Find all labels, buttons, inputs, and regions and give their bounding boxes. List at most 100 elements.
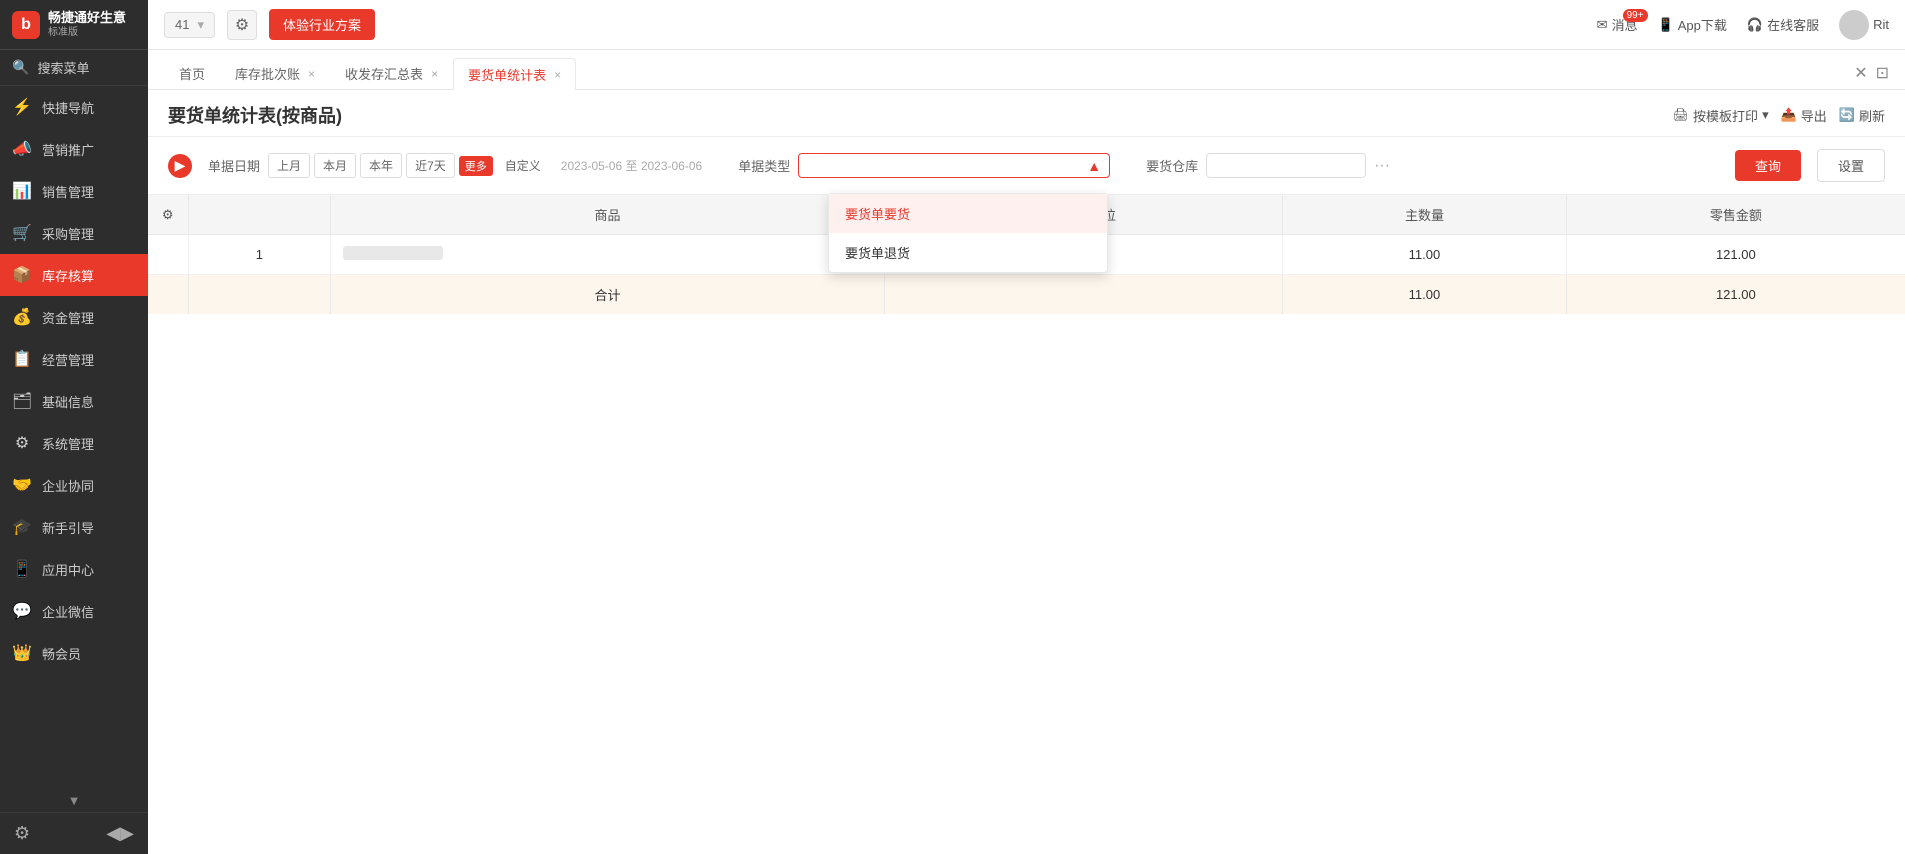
col-amount: 零售金额 — [1566, 195, 1905, 235]
warehouse-filter-section: 要货仓库 ··· — [1146, 153, 1390, 178]
tab-close-receivable-summary[interactable]: × — [431, 67, 438, 81]
messages-button[interactable]: ✉ 消息 99+ — [1597, 15, 1638, 34]
prev-month-btn[interactable]: 上月 — [268, 153, 310, 178]
sidebar-item-wechat[interactable]: 💬 企业微信 — [0, 590, 148, 632]
sidebar-item-operation[interactable]: 📋 经营管理 — [0, 338, 148, 380]
this-month-btn[interactable]: 本月 — [314, 153, 356, 178]
finance-icon: 💰 — [12, 307, 32, 327]
refresh-button[interactable]: 🔄 刷新 — [1839, 106, 1885, 125]
page-actions: 🖨 按模板打印 ▾ 📤 导出 🔄 刷新 — [1673, 106, 1885, 125]
collapse-icon[interactable]: ◀▶ — [106, 823, 134, 844]
col-settings[interactable]: ⚙ — [148, 195, 188, 235]
footer-quantity-cell: 11.00 — [1283, 275, 1566, 315]
tab-close-order-stats[interactable]: × — [554, 68, 561, 82]
headset-icon: 🎧 — [1747, 17, 1763, 33]
dropdown-item-order-return[interactable]: 要货单退货 — [829, 233, 1107, 272]
sidebar-item-guide[interactable]: 🎓 新手引导 — [0, 506, 148, 548]
window-maximize-icon[interactable]: ⊡ — [1876, 63, 1889, 83]
trial-button[interactable]: 体验行业方案 — [269, 9, 375, 40]
apps-icon: 📱 — [12, 559, 32, 579]
sidebar-item-system[interactable]: ⚙ 系统管理 — [0, 422, 148, 464]
sidebar-item-marketing[interactable]: 📣 营销推广 — [0, 128, 148, 170]
sidebar-logo: b 畅捷通好生意 标准版 — [0, 0, 148, 50]
search-icon: 🔍 — [12, 59, 29, 76]
tab-close-inventory-batch[interactable]: × — [308, 67, 315, 81]
filter-area: ▶ 单据日期 上月 本月 本年 近7天 更多 自定义 2023-05-06 至 … — [148, 137, 1905, 195]
col-quantity: 主数量 — [1283, 195, 1566, 235]
sidebar-item-basic[interactable]: 🗂 基础信息 — [0, 380, 148, 422]
chevron-down-icon: ▾ — [197, 17, 204, 33]
warehouse-input[interactable] — [1206, 153, 1366, 178]
sidebar-item-finance[interactable]: 💰 资金管理 — [0, 296, 148, 338]
sidebar-search[interactable]: 🔍 搜索菜单 — [0, 50, 148, 86]
message-icon: ✉ — [1597, 17, 1608, 33]
row-index-cell: 1 — [188, 235, 331, 275]
tab-receivable-summary[interactable]: 收发存汇总表 × — [330, 57, 453, 89]
page-content: 要货单统计表(按商品) 🖨 按模板打印 ▾ 📤 导出 🔄 刷新 ▶ — [148, 90, 1905, 854]
sidebar-footer: ⚙ ◀▶ — [0, 812, 148, 854]
gear-icon: ⚙ — [235, 15, 249, 35]
page-header: 要货单统计表(按商品) 🖨 按模板打印 ▾ 📤 导出 🔄 刷新 — [148, 90, 1905, 137]
operation-icon: 📋 — [12, 349, 32, 369]
quick-nav-icon: ⚡ — [12, 97, 32, 117]
avatar — [1839, 10, 1869, 40]
page-title: 要货单统计表(按商品) — [168, 102, 342, 128]
sidebar-item-sales[interactable]: 📊 销售管理 — [0, 170, 148, 212]
more-dates-btn[interactable]: 更多 — [459, 156, 493, 176]
date-filter-section: 单据日期 上月 本月 本年 近7天 更多 自定义 2023-05-06 至 20… — [208, 153, 702, 178]
export-icon: 📤 — [1781, 107, 1797, 123]
type-filter-section: 单据类型 ▲ — [738, 153, 1110, 178]
print-button[interactable]: 🖨 按模板打印 ▾ — [1673, 106, 1769, 125]
sidebar-item-enterprise[interactable]: 🤝 企业协同 — [0, 464, 148, 506]
row-product-cell — [331, 235, 884, 275]
window-close-icon[interactable]: ✕ — [1854, 63, 1867, 83]
dropdown-item-order-goods[interactable]: 要货单要货 — [829, 194, 1107, 233]
tab-inventory-batch[interactable]: 库存批次账 × — [220, 57, 330, 89]
expand-filter-button[interactable]: ▶ — [168, 154, 192, 178]
warehouse-more-icon[interactable]: ··· — [1374, 157, 1390, 175]
export-button[interactable]: 📤 导出 — [1781, 106, 1827, 125]
wechat-icon: 💬 — [12, 601, 32, 621]
table-container: ⚙ 商品 主计量单位 主数量 零售金额 1 — [148, 195, 1905, 854]
type-input[interactable] — [799, 154, 1079, 177]
phone-icon: 📱 — [1658, 17, 1674, 33]
footer-settings-cell — [148, 275, 188, 315]
product-name-placeholder — [343, 246, 443, 260]
header-right: ✉ 消息 99+ 📱 App下载 🎧 在线客服 Rit — [1597, 10, 1889, 40]
scroll-down-arrow[interactable]: ▼ — [0, 789, 148, 812]
this-year-btn[interactable]: 本年 — [360, 153, 402, 178]
tab-bar: 首页 库存批次账 × 收发存汇总表 × 要货单统计表 × ✕ ⊡ — [148, 50, 1905, 90]
custom-date-btn[interactable]: 自定义 — [497, 154, 549, 177]
inventory-icon: 📦 — [12, 265, 32, 285]
guide-icon: 🎓 — [12, 517, 32, 537]
footer-amount-cell: 121.00 — [1566, 275, 1905, 315]
enterprise-icon: 🤝 — [12, 475, 32, 495]
user-avatar-area[interactable]: Rit — [1839, 10, 1889, 40]
sidebar-item-apps[interactable]: 📱 应用中心 — [0, 548, 148, 590]
filter-settings-button[interactable]: 设置 — [1817, 149, 1885, 182]
query-button[interactable]: 查询 — [1735, 150, 1801, 181]
chevron-down-icon: ▾ — [1762, 107, 1769, 123]
sales-icon: 📊 — [12, 181, 32, 201]
system-icon: ⚙ — [12, 433, 32, 453]
sidebar-item-inventory[interactable]: 📦 库存核算 — [0, 254, 148, 296]
tab-home[interactable]: 首页 — [164, 57, 220, 89]
settings-icon[interactable]: ⚙ — [14, 823, 30, 844]
sidebar-item-vip[interactable]: 👑 畅会员 — [0, 632, 148, 674]
header-left: 41 ▾ ⚙ 体验行业方案 — [164, 9, 375, 40]
type-dropdown-icon[interactable]: ▲ — [1079, 158, 1109, 174]
header-gear-button[interactable]: ⚙ — [227, 10, 257, 40]
main-content: 41 ▾ ⚙ 体验行业方案 ✉ 消息 99+ 📱 App下载 🎧 在线客服 — [148, 0, 1905, 854]
row-amount-cell: 121.00 — [1566, 235, 1905, 275]
tab-order-stats[interactable]: 要货单统计表 × — [453, 58, 576, 90]
col-product: 商品 — [331, 195, 884, 235]
date-range-display: 2023-05-06 至 2023-06-06 — [561, 157, 702, 174]
app-download-button[interactable]: 📱 App下载 — [1658, 15, 1727, 34]
last-7-days-btn[interactable]: 近7天 — [406, 153, 455, 178]
row-quantity-cell: 11.00 — [1283, 235, 1566, 275]
online-service-button[interactable]: 🎧 在线客服 — [1747, 15, 1819, 34]
sidebar-item-purchase[interactable]: 🛒 采购管理 — [0, 212, 148, 254]
store-selector[interactable]: 41 ▾ — [164, 12, 215, 38]
row-settings-cell — [148, 235, 188, 275]
sidebar-item-quick-nav[interactable]: ⚡ 快捷导航 — [0, 86, 148, 128]
